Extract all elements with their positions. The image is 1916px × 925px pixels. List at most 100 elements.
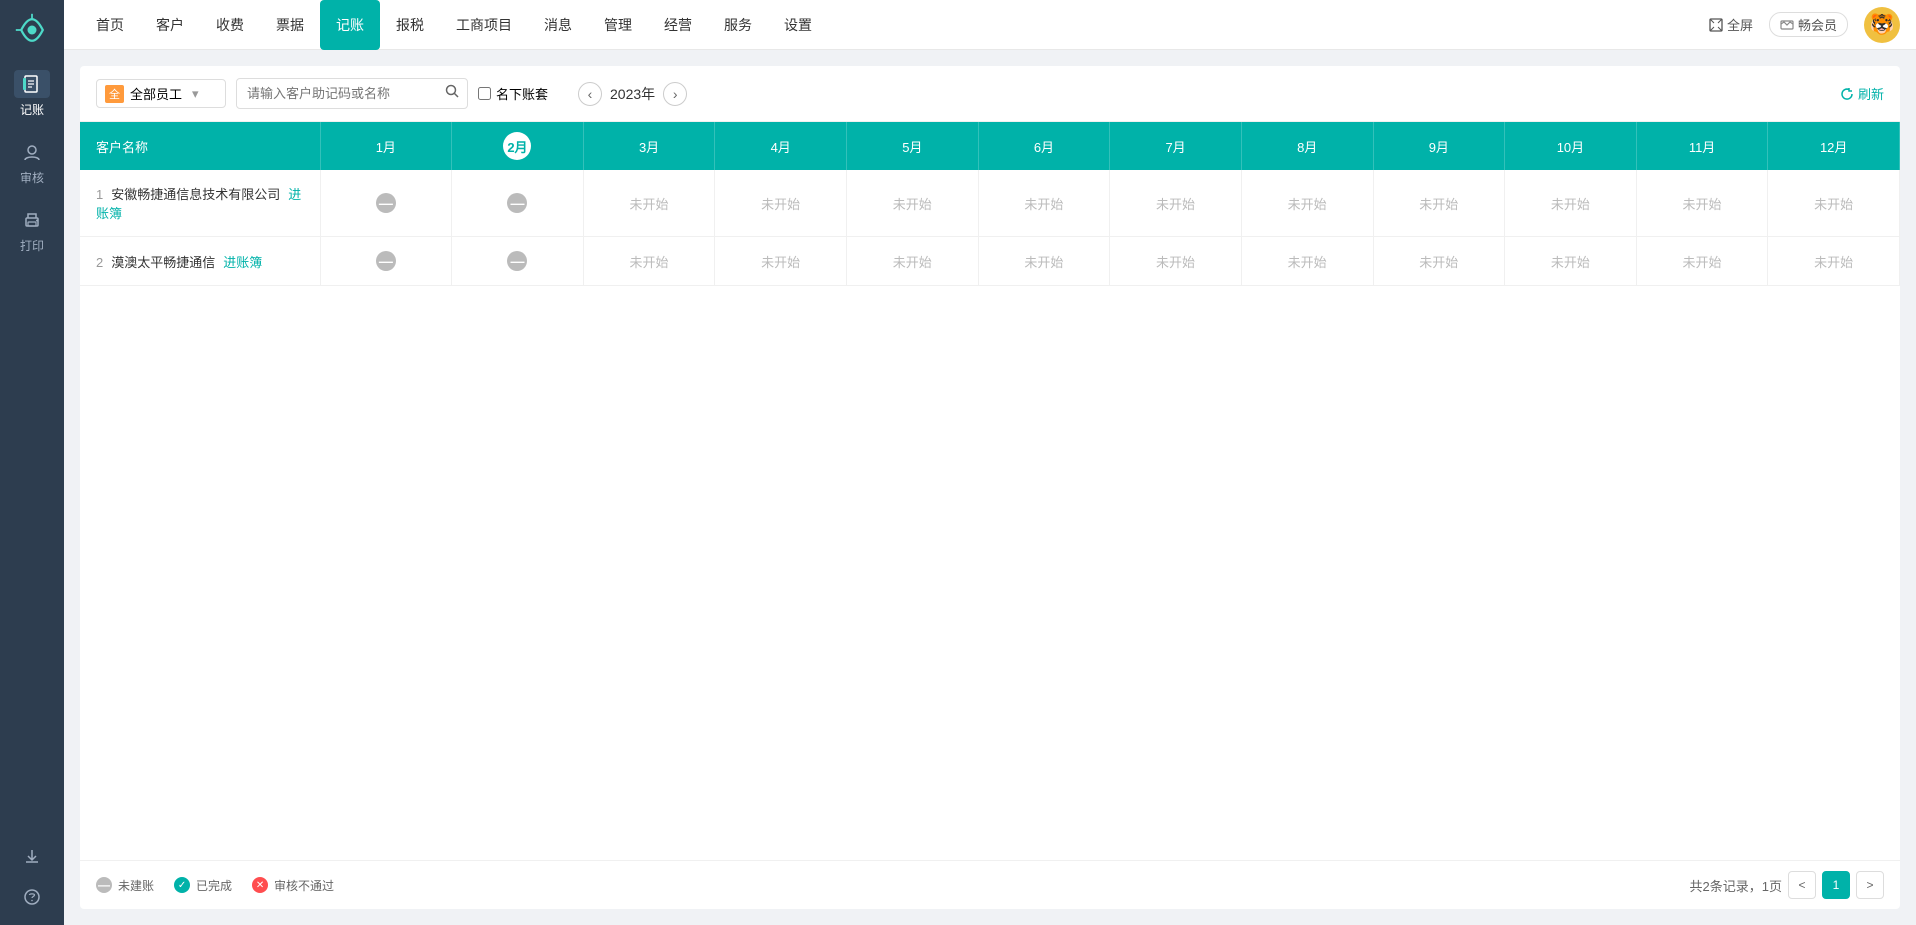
- legend-not-built: — 未建账: [96, 877, 154, 894]
- nav-operation[interactable]: 经营: [648, 0, 708, 50]
- col-month-6: 6月: [978, 122, 1110, 170]
- legend-completed: ✓ 已完成: [174, 877, 232, 894]
- nav-billing[interactable]: 收费: [200, 0, 260, 50]
- fullscreen-button[interactable]: 全屏: [1709, 15, 1753, 34]
- cell-month-9: 未开始: [1373, 237, 1505, 286]
- sidebar-download[interactable]: [22, 838, 42, 874]
- cell-month-9: 未开始: [1373, 170, 1505, 237]
- cell-month-2: —: [452, 170, 584, 237]
- active-month-circle: 2月: [503, 132, 531, 160]
- status-not-started: 未开始: [1419, 197, 1458, 212]
- cell-month-12: 未开始: [1768, 237, 1900, 286]
- cell-month-6: 未开始: [978, 237, 1110, 286]
- status-not-started: 未开始: [1814, 197, 1853, 212]
- col-month-8: 8月: [1241, 122, 1373, 170]
- status-not-built-icon: —: [507, 193, 527, 213]
- col-month-12: 12月: [1768, 122, 1900, 170]
- cell-month-5: 未开始: [847, 170, 979, 237]
- next-year-button[interactable]: ›: [663, 82, 687, 106]
- status-not-started: 未开始: [630, 197, 669, 212]
- sidebar-item-print[interactable]: 打印: [0, 196, 64, 264]
- nav-business[interactable]: 工商项目: [440, 0, 528, 50]
- table-wrap: 客户名称 1月 2月 3月 4月 5月 6月: [80, 122, 1900, 860]
- cell-month-1: —: [320, 237, 452, 286]
- cell-month-2: —: [452, 237, 584, 286]
- col-month-7: 7月: [1110, 122, 1242, 170]
- row-number: 1: [96, 187, 103, 202]
- cell-customer-name: 1安徽畅捷通信息技术有限公司进账簿: [80, 170, 320, 237]
- completed-icon: ✓: [174, 877, 190, 893]
- nav-customer[interactable]: 客户: [140, 0, 200, 50]
- refresh-button[interactable]: 刷新: [1840, 84, 1884, 103]
- nav-service[interactable]: 服务: [708, 0, 768, 50]
- year-nav: ‹ 2023年 ›: [578, 82, 687, 106]
- employee-icon: 全: [105, 85, 124, 103]
- ledger-table: 客户名称 1月 2月 3月 4月 5月 6月: [80, 122, 1900, 286]
- nav-manage[interactable]: 管理: [588, 0, 648, 50]
- nav-ledger[interactable]: 记账: [320, 0, 380, 50]
- table-header-row: 客户名称 1月 2月 3月 4月 5月 6月: [80, 122, 1900, 170]
- status-not-built-icon: —: [507, 251, 527, 271]
- my-accounts-checkbox-label[interactable]: 名下账套: [478, 84, 548, 103]
- sidebar-item-audit[interactable]: 审核: [0, 128, 64, 196]
- cell-month-10: 未开始: [1505, 237, 1637, 286]
- col-month-10: 10月: [1505, 122, 1637, 170]
- sidebar-support[interactable]: [22, 879, 42, 915]
- cell-customer-name: 2漠澳太平畅捷通信进账簿: [80, 237, 320, 286]
- cell-month-7: 未开始: [1110, 170, 1242, 237]
- prev-page-button[interactable]: <: [1788, 871, 1816, 899]
- audit-icon: [14, 138, 50, 166]
- employee-label: 全部员工: [130, 84, 182, 103]
- status-not-started: 未开始: [893, 255, 932, 270]
- status-not-built-icon: —: [376, 251, 396, 271]
- cell-month-8: 未开始: [1241, 170, 1373, 237]
- search-wrap: [236, 78, 468, 109]
- legend-rejected: ✕ 审核不通过: [252, 877, 334, 894]
- vip-button[interactable]: 畅会员: [1769, 12, 1848, 37]
- cell-month-7: 未开始: [1110, 237, 1242, 286]
- fullscreen-label: 全屏: [1727, 15, 1753, 34]
- cell-month-11: 未开始: [1636, 237, 1768, 286]
- status-not-started: 未开始: [1551, 197, 1590, 212]
- user-avatar[interactable]: 🐯: [1864, 7, 1900, 43]
- sidebar-item-ledger[interactable]: 记账: [0, 60, 64, 128]
- current-page-button[interactable]: 1: [1822, 871, 1850, 899]
- status-not-started: 未开始: [1683, 255, 1722, 270]
- cell-month-3: 未开始: [583, 170, 715, 237]
- col-month-3: 3月: [583, 122, 715, 170]
- status-not-started: 未开始: [1814, 255, 1853, 270]
- nav-message[interactable]: 消息: [528, 0, 588, 50]
- cell-month-10: 未开始: [1505, 170, 1637, 237]
- not-built-icon: —: [96, 877, 112, 893]
- employee-select[interactable]: 全 全部员工 ▾: [96, 79, 226, 108]
- next-page-button[interactable]: >: [1856, 871, 1884, 899]
- main-area: 首页 客户 收费 票据 记账 报税 工商项目 消息 管理 经营 服务 设置 全屏: [64, 0, 1916, 925]
- sidebar: 记账 审核 打印: [0, 0, 64, 925]
- app-logo: [0, 0, 64, 60]
- status-not-started: 未开始: [1024, 255, 1063, 270]
- legend-not-built-label: 未建账: [118, 877, 154, 894]
- prev-year-button[interactable]: ‹: [578, 82, 602, 106]
- cell-month-4: 未开始: [715, 170, 847, 237]
- search-input[interactable]: [237, 81, 437, 106]
- sidebar-bottom: [22, 838, 42, 925]
- my-accounts-checkbox[interactable]: [478, 87, 491, 100]
- status-not-built-icon: —: [376, 193, 396, 213]
- nav-invoice[interactable]: 票据: [260, 0, 320, 50]
- year-display: 2023年: [610, 84, 655, 104]
- nav-home[interactable]: 首页: [80, 0, 140, 50]
- cell-month-4: 未开始: [715, 237, 847, 286]
- main-card: 全 全部员工 ▾ 名下账套: [80, 66, 1900, 909]
- nav-settings[interactable]: 设置: [768, 0, 828, 50]
- status-not-started: 未开始: [1683, 197, 1722, 212]
- chevron-down-icon: ▾: [192, 86, 199, 102]
- sidebar-item-label: 打印: [20, 237, 44, 254]
- status-not-started: 未开始: [1024, 197, 1063, 212]
- col-month-4: 4月: [715, 122, 847, 170]
- checkbox-label-text: 名下账套: [496, 84, 548, 103]
- search-button[interactable]: [437, 79, 467, 108]
- enter-ledger-link[interactable]: 进账簿: [223, 255, 262, 270]
- nav-tax[interactable]: 报税: [380, 0, 440, 50]
- status-not-started: 未开始: [761, 197, 800, 212]
- status-not-started: 未开始: [1288, 255, 1327, 270]
